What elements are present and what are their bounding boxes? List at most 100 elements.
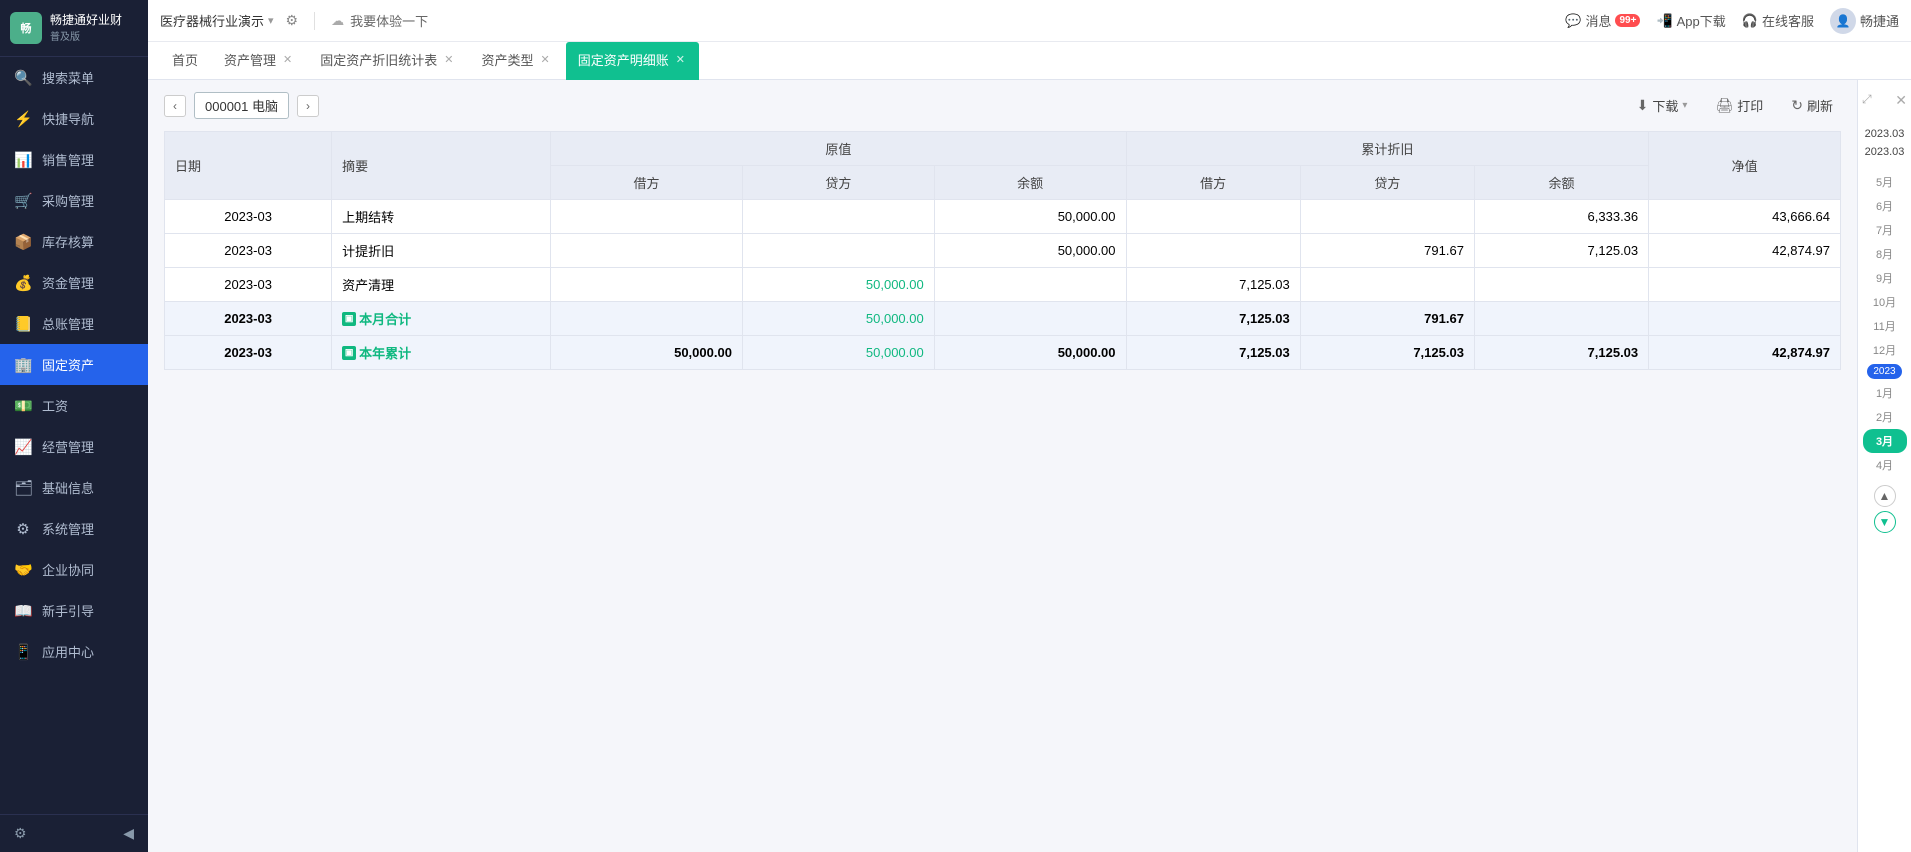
cell-date: 2023-03 — [165, 268, 332, 302]
cell-ad-credit: 791.67 — [1300, 234, 1474, 268]
user-button[interactable]: 👤 畅捷通 — [1830, 8, 1899, 34]
sidebar-item-ledger[interactable]: 📒 总账管理 — [0, 303, 148, 344]
app-download-button[interactable]: 📲 App下载 — [1656, 11, 1725, 30]
experience-button[interactable]: ☁ 我要体验一下 — [331, 11, 428, 30]
cell-ad-balance: 7,125.03 — [1474, 336, 1648, 370]
col-date: 日期 — [165, 132, 332, 200]
bizmanage-icon: 📈 — [14, 438, 32, 456]
cell-ad-credit: 791.67 — [1300, 302, 1474, 336]
cell-ad-balance: 6,333.36 — [1474, 200, 1648, 234]
cell-summary: 计提折旧 — [332, 234, 551, 268]
sidebar-item-fund[interactable]: 💰 资金管理 — [0, 262, 148, 303]
sidebar-item-salary[interactable]: 💵 工资 — [0, 385, 148, 426]
cell-ad-balance: 7,125.03 — [1474, 234, 1648, 268]
timeline-labels: 2023.03 2023.03 — [1858, 106, 1911, 160]
timeline-month-6[interactable]: 6月 — [1863, 194, 1907, 218]
timeline-month-12[interactable]: 12月 — [1863, 338, 1907, 362]
cell-net-value — [1649, 302, 1841, 336]
col-ad-credit: 贷方 — [1300, 166, 1474, 200]
timeline-month-1[interactable]: 1月 — [1863, 381, 1907, 405]
prev-asset-button[interactable]: ‹ — [164, 95, 186, 117]
customer-service-button[interactable]: 🎧 在线客服 — [1742, 11, 1814, 30]
tab-close-assets[interactable]: ✕ — [281, 52, 294, 67]
headset-icon: 🎧 — [1742, 13, 1758, 29]
download-button[interactable]: ⬇ 下载 ▾ — [1629, 92, 1696, 119]
timeline-month-4[interactable]: 4月 — [1863, 453, 1907, 477]
ledger-icon: 📒 — [14, 315, 32, 333]
refresh-icon: ↻ — [1791, 97, 1803, 114]
timeline-close-button[interactable]: ✕ — [1895, 92, 1907, 109]
cell-ov-debit: 50,000.00 — [551, 336, 743, 370]
col-original-value: 原值 — [551, 132, 1126, 166]
cell-ad-balance — [1474, 268, 1648, 302]
sidebar-item-fixedasset[interactable]: 🏢 固定资产 — [0, 344, 148, 385]
sidebar-item-inventory[interactable]: 📦 库存核算 — [0, 221, 148, 262]
asset-nav: ‹ 000001 电脑 › — [164, 92, 319, 119]
tab-assettype[interactable]: 资产类型 ✕ — [469, 42, 563, 80]
tab-close-assettype[interactable]: ✕ — [539, 52, 552, 67]
sidebar-item-basicinfo[interactable]: 🗂 基础信息 — [0, 467, 148, 508]
tab-assetdetail[interactable]: 固定资产明细账 ✕ — [566, 42, 699, 80]
tab-close-depreciation[interactable]: ✕ — [442, 52, 455, 67]
collapse-icon[interactable]: ◀ — [123, 825, 134, 842]
timeline-nav-buttons: ▲ ▼ — [1874, 485, 1896, 533]
cell-ov-credit: 50,000.00 — [742, 302, 934, 336]
tab-depreciation[interactable]: 固定资产折旧统计表 ✕ — [308, 42, 467, 80]
logo-text: 畅捷通好业财 普及版 — [50, 13, 122, 44]
timeline-down-button[interactable]: ▼ — [1874, 511, 1896, 533]
settings-icon[interactable]: ⚙ — [14, 825, 27, 842]
col-ov-balance: 余额 — [934, 166, 1126, 200]
sidebar-item-sales[interactable]: 📊 销售管理 — [0, 139, 148, 180]
tab-close-assetdetail[interactable]: ✕ — [674, 52, 687, 67]
cell-ov-balance: 50,000.00 — [934, 200, 1126, 234]
timeline-month-3[interactable]: 3月 — [1863, 429, 1907, 453]
col-net-value: 净值 — [1649, 132, 1841, 200]
timeline-month-10[interactable]: 10月 — [1863, 290, 1907, 314]
timeline-expand-button[interactable]: ⤢ — [1862, 92, 1872, 107]
sidebar-bottom: ⚙ ◀ — [0, 814, 148, 852]
timeline-up-button[interactable]: ▲ — [1874, 485, 1896, 507]
sidebar-item-sysmanage[interactable]: ⚙ 系统管理 — [0, 508, 148, 549]
settings-gear-icon[interactable]: ⚙ — [286, 12, 299, 29]
cell-net-value: 43,666.64 — [1649, 200, 1841, 234]
company-name: 医疗器械行业演示 ▾ — [160, 11, 274, 30]
timeline-month-7[interactable]: 7月 — [1863, 218, 1907, 242]
company-dropdown-icon[interactable]: ▾ — [268, 14, 274, 27]
timeline-panel: ✕ ⤢ 2023.03 2023.03 5月 6月 7月 8月 9月 10月 1… — [1857, 80, 1911, 852]
tab-home[interactable]: 首页 — [160, 42, 210, 80]
tab-assets[interactable]: 资产管理 ✕ — [212, 42, 306, 80]
appcenter-icon: 📱 — [14, 643, 32, 661]
sidebar-item-appcenter[interactable]: 📱 应用中心 — [0, 631, 148, 672]
timeline-month-8[interactable]: 8月 — [1863, 242, 1907, 266]
logo-icon: 畅 — [10, 12, 42, 44]
next-asset-button[interactable]: › — [297, 95, 319, 117]
sidebar-item-purchase[interactable]: 🛒 采购管理 — [0, 180, 148, 221]
sidebar-item-search[interactable]: 🔍 搜索菜单 — [0, 57, 148, 98]
cell-ov-debit — [551, 200, 743, 234]
cell-net-value: 42,874.97 — [1649, 336, 1841, 370]
sidebar-item-newguide[interactable]: 📖 新手引导 — [0, 590, 148, 631]
col-summary: 摘要 — [332, 132, 551, 200]
cooperation-icon: 🤝 — [14, 561, 32, 579]
sidebar-item-cooperation[interactable]: 🤝 企业协同 — [0, 549, 148, 590]
timeline-month-9[interactable]: 9月 — [1863, 266, 1907, 290]
topbar-right: 💬 消息 99+ 📲 App下载 🎧 在线客服 👤 畅捷通 — [1565, 8, 1899, 34]
cell-ov-credit — [742, 200, 934, 234]
timeline-month-2[interactable]: 2月 — [1863, 405, 1907, 429]
timeline-month-11[interactable]: 11月 — [1863, 314, 1907, 338]
message-icon: 💬 — [1565, 13, 1581, 29]
timeline-month-5[interactable]: 5月 — [1863, 170, 1907, 194]
download-chevron-icon: ▾ — [1682, 100, 1687, 111]
cell-date: 2023-03 — [165, 302, 332, 336]
sidebar-item-quicknav[interactable]: ⚡ 快捷导航 — [0, 98, 148, 139]
timeline-months-2023: 1月 2月 3月 4月 — [1863, 381, 1907, 477]
message-button[interactable]: 💬 消息 99+ — [1565, 11, 1640, 30]
print-button[interactable]: 🖨 打印 — [1707, 92, 1771, 119]
download-icon: ⬇ — [1637, 97, 1649, 114]
download-icon: 📲 — [1656, 13, 1672, 29]
tabs-bar: 首页 资产管理 ✕ 固定资产折旧统计表 ✕ 资产类型 ✕ 固定资产明细账 ✕ — [148, 42, 1911, 80]
cell-ad-debit — [1126, 234, 1300, 268]
sidebar-item-bizmanage[interactable]: 📈 经营管理 — [0, 426, 148, 467]
refresh-button[interactable]: ↻ 刷新 — [1783, 92, 1841, 119]
cell-date: 2023-03 — [165, 336, 332, 370]
